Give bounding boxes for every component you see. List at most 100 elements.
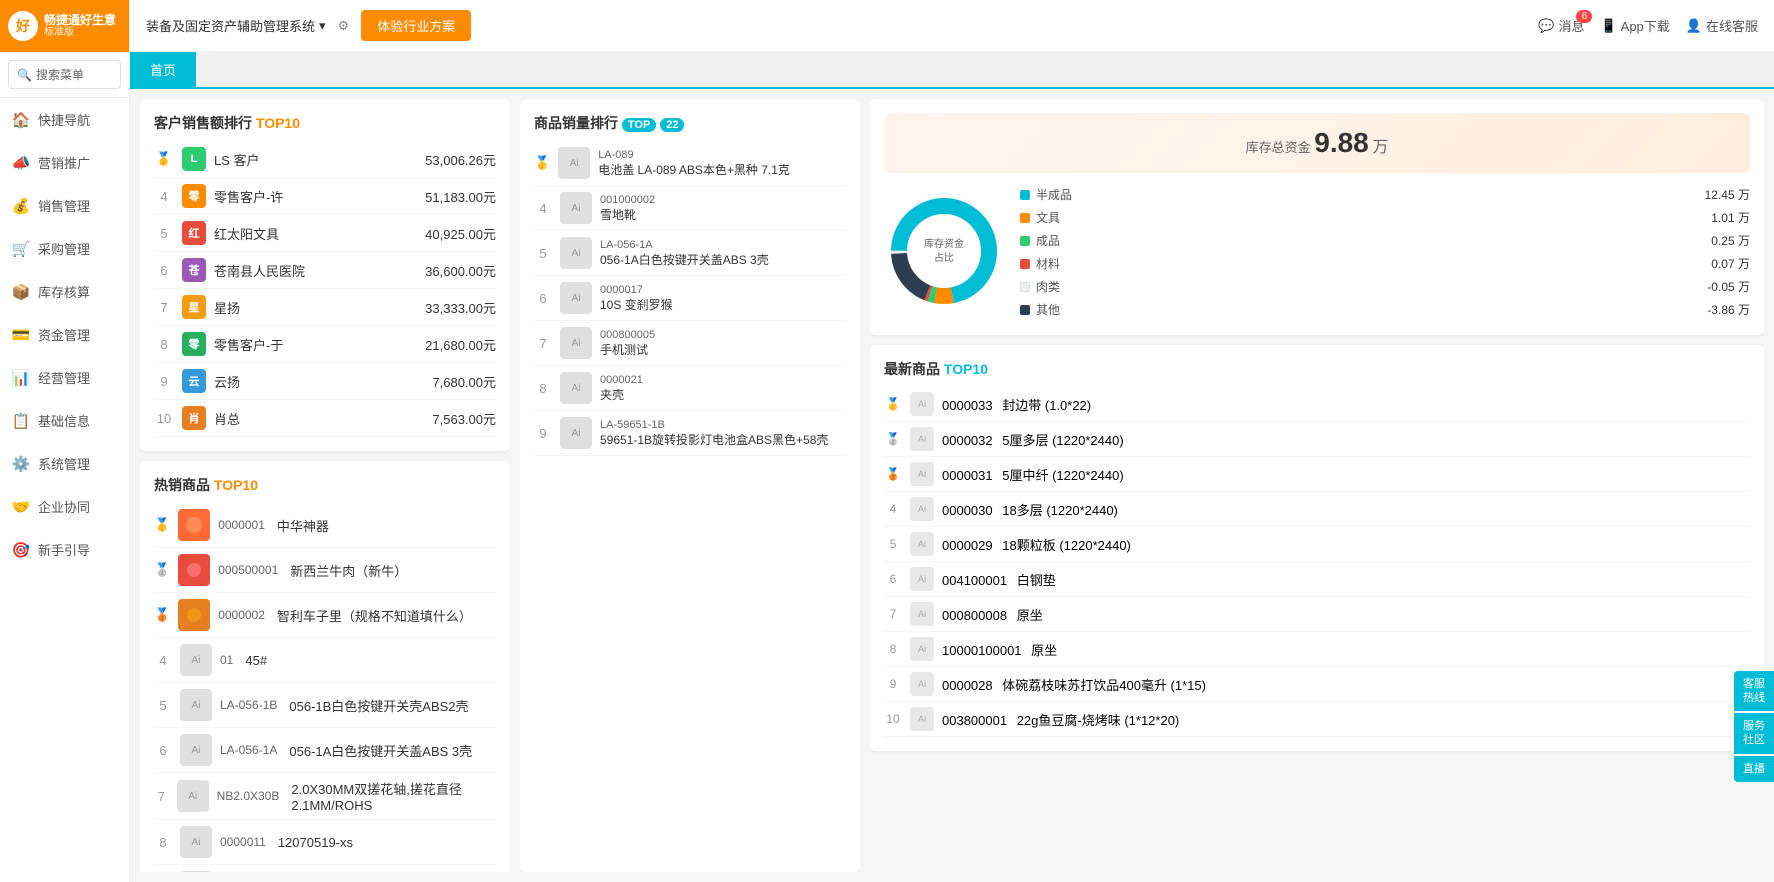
- goods-code: LA-59651-1B: [600, 419, 846, 431]
- product-image: Ai: [180, 871, 212, 872]
- sidebar-item-operations[interactable]: 📊 经营管理: [0, 356, 129, 399]
- sidebar-item-label: 销售管理: [38, 196, 90, 215]
- latest-item-7: 7 Ai 000800008 原坐: [884, 597, 1750, 632]
- sidebar-item-marketing[interactable]: 📣 营销推广: [0, 141, 129, 184]
- latest-item-4: 4 Ai 0000030 18多层 (1220*2440): [884, 492, 1750, 527]
- sidebar-item-base-info[interactable]: 📋 基础信息: [0, 399, 129, 442]
- search-menu-button[interactable]: 🔍 搜索菜单: [8, 60, 121, 89]
- goods-rank-item-1: 🥇 Ai LA-089 电池盖 LA-089 ABS本色+黑种 7.1克: [534, 141, 846, 186]
- product-code: NB2.0X30B: [217, 789, 280, 803]
- float-btn-community[interactable]: 服务社区: [1734, 713, 1774, 754]
- online-service-button[interactable]: 👤 在线客服: [1686, 16, 1758, 35]
- settings-icon[interactable]: ⚙: [338, 18, 350, 34]
- col-mid: 商品销量排行 TOP 22 🥇 Ai LA-089 电池盖 LA-089 ABS…: [520, 99, 860, 872]
- hot-products-card: 热销商品 TOP10 🥇 0000001 中华神器 🥈: [140, 461, 510, 872]
- sidebar-item-system[interactable]: ⚙️ 系统管理: [0, 442, 129, 485]
- legend-dot: [1020, 213, 1030, 223]
- latest-products-title: 最新商品 TOP10: [884, 359, 1750, 379]
- legend-item-6: 其他 -3.86 万: [1020, 298, 1750, 321]
- purchase-icon: 🛒: [12, 240, 30, 258]
- legend-label: 半成品: [1036, 186, 1072, 203]
- topbar: 装备及固定资产辅助管理系统 ▾ ⚙ 体验行业方案 💬 消息 6 📱 App下载 …: [130, 0, 1774, 52]
- dropdown-arrow-icon: ▾: [319, 18, 326, 34]
- inventory-icon: 📦: [12, 283, 30, 301]
- marketing-icon: 📣: [12, 154, 30, 172]
- sidebar-item-label: 营销推广: [38, 153, 90, 172]
- content-tabs: 首页: [130, 52, 1774, 89]
- legend-dot: [1020, 259, 1030, 269]
- inventory-card: 库存总资金 9.88 万: [870, 99, 1764, 335]
- legend-item-1: 半成品 12.45 万: [1020, 183, 1750, 206]
- goods-rank-item-4: 6 Ai 0000017 10S 变刹罗猴: [534, 276, 846, 321]
- rank-num: 5: [884, 537, 902, 551]
- product-name: 22g鱼豆腐-烧烤味 (1*12*20): [1017, 713, 1180, 728]
- sidebar-item-finance[interactable]: 💳 资金管理: [0, 313, 129, 356]
- sidebar-item-quick-nav[interactable]: 🏠 快捷导航: [0, 98, 129, 141]
- product-image: Ai: [910, 707, 934, 731]
- sidebar-item-label: 采购管理: [38, 239, 90, 258]
- customer-ranking-card: 客户销售额排行 TOP10 🥇 L LS 客户 53,006.26元 4 零 零: [140, 99, 510, 451]
- home-icon: 🏠: [12, 111, 30, 129]
- legend-label: 材料: [1036, 255, 1060, 272]
- product-name: 056-1A白色按键开关盖ABS 3壳: [289, 741, 472, 760]
- product-code: 003800001: [942, 713, 1007, 728]
- rank-number: 8: [154, 337, 174, 352]
- rank-name: 零售客户-于: [214, 335, 417, 354]
- sidebar-item-guide[interactable]: 🎯 新手引导: [0, 528, 129, 571]
- search-icon: 🔍: [17, 68, 32, 82]
- sidebar-item-sales[interactable]: 💰 销售管理: [0, 184, 129, 227]
- trial-button[interactable]: 体验行业方案: [361, 10, 471, 41]
- legend-label: 成品: [1036, 232, 1060, 249]
- sidebar-logo: 好 畅捷通好生意 标准版: [0, 0, 129, 52]
- goods-info: 000800005 手机测试: [600, 329, 846, 358]
- message-button[interactable]: 💬 消息 6: [1538, 16, 1584, 35]
- sidebar-item-enterprise[interactable]: 🤝 企业协同: [0, 485, 129, 528]
- sidebar-nav: 🏠 快捷导航 📣 营销推广 💰 销售管理 🛒 采购管理 📦 库存核算 💳 资金管…: [0, 98, 129, 882]
- latest-item-2: 🥈 Ai 0000032 5厘多层 (1220*2440): [884, 422, 1750, 457]
- sidebar-item-purchase[interactable]: 🛒 采购管理: [0, 227, 129, 270]
- hot-product-item-1: 🥇 0000001 中华神器: [154, 503, 496, 548]
- rank-medal: 🥇: [154, 517, 170, 533]
- sidebar-search-area: 🔍 搜索菜单: [0, 52, 129, 98]
- sidebar-item-inventory[interactable]: 📦 库存核算: [0, 270, 129, 313]
- legend-label: 文具: [1036, 209, 1060, 226]
- product-name: 原坐: [1017, 608, 1043, 623]
- rank-num: 8: [154, 835, 172, 850]
- app-download-label: App下载: [1621, 16, 1670, 35]
- goods-rank-item-5: 7 Ai 000800005 手机测试: [534, 321, 846, 366]
- product-info: 10000100001 原坐: [942, 640, 1750, 659]
- sidebar-item-label: 系统管理: [38, 454, 90, 473]
- product-info: 0000032 5厘多层 (1220*2440): [942, 430, 1750, 449]
- app-download-button[interactable]: 📱 App下载: [1600, 16, 1669, 35]
- rank-num: 4: [534, 201, 552, 216]
- product-code: 0000033: [942, 398, 993, 413]
- float-btn-service[interactable]: 客服热线: [1734, 671, 1774, 712]
- sidebar-item-label: 库存核算: [38, 282, 90, 301]
- product-image: Ai: [910, 532, 934, 556]
- goods-name: 056-1A白色按键开关盖ABS 3壳: [600, 251, 846, 268]
- customer-rank-item-2: 4 零 零售客户-许 51,183.00元: [154, 178, 496, 215]
- system-title-text: 装备及固定资产辅助管理系统: [146, 16, 315, 35]
- legend-item-5: 肉类 -0.05 万: [1020, 275, 1750, 298]
- float-btn-live[interactable]: 直播: [1734, 756, 1774, 782]
- goods-code: 0000021: [600, 374, 846, 386]
- product-image: Ai: [910, 427, 934, 451]
- legend-value: 12.45 万: [1705, 186, 1750, 203]
- latest-item-8: 8 Ai 10000100001 原坐: [884, 632, 1750, 667]
- product-code: 004100001: [942, 573, 1007, 588]
- rank-badge: 云: [182, 369, 206, 393]
- goods-code: LA-089: [598, 149, 846, 161]
- hot-product-item-8: 8 Ai 0000011 12070519-xs: [154, 820, 496, 865]
- legend-label: 其他: [1036, 301, 1060, 318]
- product-image: Ai: [558, 147, 590, 179]
- goods-info: LA-056-1A 056-1A白色按键开关盖ABS 3壳: [600, 239, 846, 268]
- rank-name: 肖总: [214, 409, 424, 428]
- product-info: 004100001 白钢垫: [942, 570, 1750, 589]
- latest-item-6: 6 Ai 004100001 白钢垫: [884, 562, 1750, 597]
- customer-ranking-title: 客户销售额排行 TOP10: [154, 113, 496, 133]
- system-title-dropdown[interactable]: 装备及固定资产辅助管理系统 ▾: [146, 16, 326, 35]
- goods-name: 10S 变刹罗猴: [600, 296, 846, 313]
- goods-name: 手机测试: [600, 341, 846, 358]
- tab-home[interactable]: 首页: [130, 52, 196, 87]
- goods-code: 000800005: [600, 329, 846, 341]
